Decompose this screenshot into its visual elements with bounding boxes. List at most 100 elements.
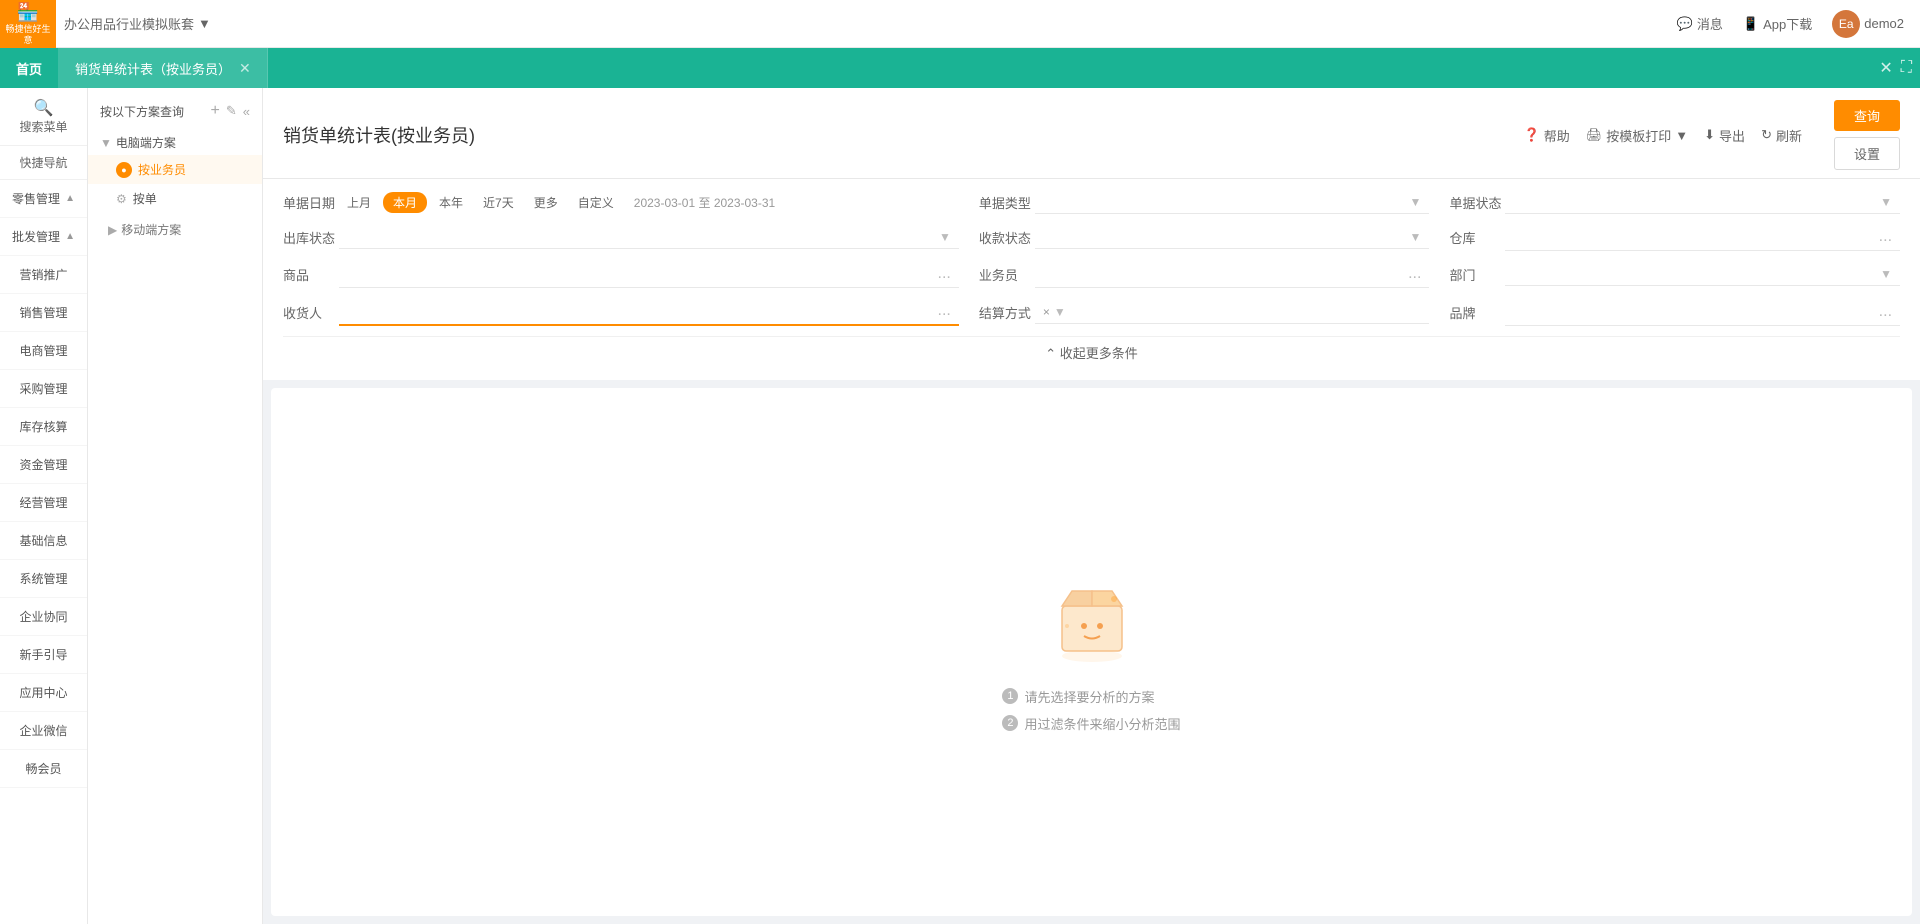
consignee-label: 收货人: [283, 303, 339, 322]
staff-label: 业务员: [979, 265, 1035, 284]
warehouse-field[interactable]: ...: [1505, 224, 1900, 251]
tab-home[interactable]: 首页: [0, 48, 59, 88]
export-button[interactable]: ⬇ 导出: [1704, 126, 1745, 145]
staff-dots[interactable]: ...: [1408, 265, 1421, 283]
help-button[interactable]: ❓ 帮助: [1524, 126, 1570, 145]
brand-field[interactable]: ...: [1505, 299, 1900, 326]
product-dots[interactable]: ...: [938, 265, 951, 283]
sidebar-item-marketing[interactable]: 营销推广: [0, 256, 87, 294]
doc-type-arrow: ▼: [1410, 195, 1422, 209]
sidebar-purchase-label: 采购管理: [19, 380, 67, 397]
sidebar-item-finance[interactable]: 资金管理: [0, 446, 87, 484]
settlement-field[interactable]: × ▼: [1035, 301, 1430, 324]
date-tab-more[interactable]: 更多: [526, 192, 566, 213]
tree-item-by-staff[interactable]: ● 按业务员: [88, 155, 262, 184]
sidebar-basic-label: 基础信息: [19, 532, 67, 549]
tab-expand-icon[interactable]: ⛶: [1901, 59, 1912, 77]
sidebar-item-ecommerce[interactable]: 电商管理: [0, 332, 87, 370]
settings-button[interactable]: 设置: [1834, 137, 1900, 170]
filter-staff: 业务员 ...: [979, 261, 1430, 288]
tab-bar-right: ✕ ⛶: [1879, 48, 1920, 88]
tree-group-mobile-title[interactable]: ▶ 移动端方案: [88, 217, 262, 242]
sidebar-item-members[interactable]: 畅会员: [0, 750, 87, 788]
tree-group-pc-title[interactable]: ▼ 电脑端方案: [88, 130, 262, 155]
sidebar-item-newbie[interactable]: 新手引导: [0, 636, 87, 674]
filter-area: 单据日期 上月 本月 本年 近7天 更多 自定义 2023-03-01 至 20…: [263, 179, 1920, 380]
payment-field[interactable]: ▼: [1035, 226, 1430, 249]
sidebar-newbie-label: 新手引导: [19, 646, 67, 663]
sidebar-item-purchase[interactable]: 采购管理: [0, 370, 87, 408]
outbound-field[interactable]: ▼: [339, 226, 959, 249]
sidebar-item-corp-wechat[interactable]: 企业微信: [0, 712, 87, 750]
template-print-button[interactable]: 🖨 按模板打印 ▼: [1586, 126, 1688, 145]
tree-item-staff-icon: ●: [116, 162, 132, 178]
empty-step-1: 1 请先选择要分析的方案: [1002, 687, 1154, 706]
product-label: 商品: [283, 265, 339, 284]
tab-home-label: 首页: [16, 59, 42, 78]
sidebar-sales-label: 销售管理: [19, 304, 67, 321]
sidebar-item-app-center[interactable]: 应用中心: [0, 674, 87, 712]
brand-dots[interactable]: ...: [1879, 303, 1892, 321]
filter-row-1: 单据日期 上月 本月 本年 近7天 更多 自定义 2023-03-01 至 20…: [283, 191, 1900, 214]
doc-type-field[interactable]: ▼: [1035, 191, 1430, 214]
sidebar-item-system[interactable]: 系统管理: [0, 560, 87, 598]
help-icon: ❓: [1524, 127, 1540, 143]
date-tab-last-month[interactable]: 上月: [339, 192, 379, 213]
top-header: 🏪 畅捷信好生意 办公用品行业模拟账套 ▼ 💬 消息 📱 App下载 Ea de…: [0, 0, 1920, 48]
query-button[interactable]: 查询: [1834, 100, 1900, 131]
sidebar-item-enterprise[interactable]: 企业协同: [0, 598, 87, 636]
message-button[interactable]: 💬 消息: [1677, 14, 1723, 33]
outbound-label: 出库状态: [283, 228, 339, 247]
filter-collapse-button[interactable]: ⌃ 收起更多条件: [283, 336, 1900, 368]
app-selector-dropdown[interactable]: 办公用品行业模拟账套 ▼: [64, 14, 211, 33]
refresh-button[interactable]: ↻ 刷新: [1761, 126, 1802, 145]
panel-collapse-icon[interactable]: «: [243, 104, 250, 119]
tree-expand-icon: ▼: [100, 136, 112, 150]
tab-sales-report[interactable]: 销货单统计表（按业务员） ✕: [59, 48, 268, 88]
date-tab-custom[interactable]: 自定义: [570, 192, 622, 213]
sidebar: 🔍 搜索菜单 快捷导航 零售管理 ▲ 批发管理 ▲ 营销推广 销售管理 电商管理…: [0, 88, 88, 924]
sidebar-system-label: 系统管理: [19, 570, 67, 587]
tree-group-pc: ▼ 电脑端方案 ● 按业务员 ⚙ 按单: [88, 126, 262, 217]
tree-item-order-label: 按单: [133, 190, 157, 207]
sidebar-item-stock[interactable]: 库存核算: [0, 408, 87, 446]
refresh-icon: ↻: [1761, 127, 1772, 143]
filter-payment: 收款状态 ▼: [979, 226, 1430, 249]
sidebar-app-center-label: 应用中心: [19, 684, 67, 701]
doc-type-label: 单据类型: [979, 193, 1035, 212]
consignee-dots[interactable]: ...: [938, 302, 951, 320]
panel-edit-icon[interactable]: ✎: [226, 103, 237, 119]
doc-status-field[interactable]: ▼: [1505, 191, 1900, 214]
sidebar-search[interactable]: 🔍 搜索菜单: [0, 88, 87, 146]
sidebar-item-wholesale[interactable]: 批发管理 ▲: [0, 218, 87, 256]
product-field[interactable]: ...: [339, 261, 959, 288]
sidebar-operations-label: 经营管理: [19, 494, 67, 511]
dept-field[interactable]: ▼: [1505, 263, 1900, 286]
sidebar-item-operations[interactable]: 经营管理: [0, 484, 87, 522]
sidebar-corp-wechat-label: 企业微信: [19, 722, 67, 739]
sidebar-quicknav[interactable]: 快捷导航: [0, 146, 87, 180]
sidebar-item-retail[interactable]: 零售管理 ▲: [0, 180, 87, 218]
date-tab-this-month[interactable]: 本月: [383, 192, 427, 213]
user-menu[interactable]: Ea demo2: [1832, 10, 1904, 38]
filter-brand: 品牌 ...: [1449, 299, 1900, 326]
sidebar-stock-label: 库存核算: [19, 418, 67, 435]
date-tab-last7[interactable]: 近7天: [475, 192, 522, 213]
print-dropdown-arrow: ▼: [1675, 128, 1688, 143]
dept-arrow: ▼: [1880, 267, 1892, 281]
print-icon: 🖨: [1586, 127, 1603, 143]
consignee-field[interactable]: ...: [339, 298, 959, 326]
date-tab-this-year[interactable]: 本年: [431, 192, 471, 213]
sidebar-item-basic[interactable]: 基础信息: [0, 522, 87, 560]
tab-close-window-icon[interactable]: ✕: [1879, 58, 1892, 78]
tree-item-by-order[interactable]: ⚙ 按单: [88, 184, 262, 213]
tab-close-icon[interactable]: ✕: [239, 61, 251, 75]
app-download-button[interactable]: 📱 App下载: [1743, 14, 1812, 33]
dept-label: 部门: [1449, 265, 1505, 284]
panel-add-icon[interactable]: +: [211, 102, 220, 120]
settlement-clear[interactable]: ×: [1043, 305, 1050, 319]
tree-item-staff-label: 按业务员: [138, 161, 186, 178]
staff-field[interactable]: ...: [1035, 261, 1430, 288]
sidebar-item-sales[interactable]: 销售管理: [0, 294, 87, 332]
warehouse-dots[interactable]: ...: [1879, 228, 1892, 246]
